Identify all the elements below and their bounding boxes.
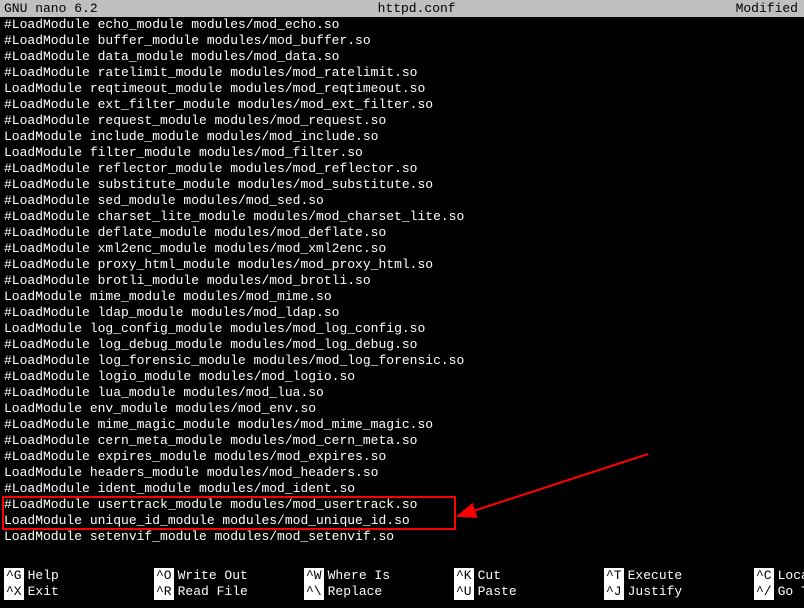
editor-line[interactable]: #LoadModule ldap_module modules/mod_ldap… <box>4 305 800 321</box>
shortcut-bar: ^GHelp ^OWrite Out ^WWhere Is ^KCut ^TExecut… <box>0 568 804 600</box>
editor-line[interactable]: LoadModule filter_module modules/mod_fil… <box>4 145 800 161</box>
shortcut-item[interactable]: ^UPaste <box>454 584 594 600</box>
shortcut-item[interactable]: ^CLocation <box>754 568 804 584</box>
shortcut-item[interactable]: ^JJustify <box>604 584 744 600</box>
editor-line[interactable]: #LoadModule charset_lite_module modules/… <box>4 209 800 225</box>
titlebar: GNU nano 6.2 httpd.conf Modified <box>0 0 804 17</box>
shortcut-row-2: ^XExit ^RRead File ^\Replace ^UPaste ^JJusti… <box>4 584 800 600</box>
shortcut-key: ^T <box>604 568 624 584</box>
editor-line[interactable]: LoadModule mime_module modules/mod_mime.… <box>4 289 800 305</box>
editor-line[interactable]: #LoadModule request_module modules/mod_r… <box>4 113 800 129</box>
editor-line[interactable]: #LoadModule log_forensic_module modules/… <box>4 353 800 369</box>
shortcut-key: ^U <box>454 584 474 600</box>
shortcut-key: ^G <box>4 568 24 584</box>
shortcut-key: ^\ <box>304 584 324 600</box>
shortcut-item[interactable]: ^TExecute <box>604 568 744 584</box>
shortcut-label: Write Out <box>178 568 248 584</box>
editor-line[interactable]: LoadModule reqtimeout_module modules/mod… <box>4 81 800 97</box>
editor-line[interactable]: #LoadModule proxy_html_module modules/mo… <box>4 257 800 273</box>
app-name: GNU nano 6.2 <box>0 0 98 17</box>
shortcut-key: ^C <box>754 568 774 584</box>
filename: httpd.conf <box>98 0 736 17</box>
editor-line[interactable]: #LoadModule xml2enc_module modules/mod_x… <box>4 241 800 257</box>
editor-line[interactable]: #LoadModule ident_module modules/mod_ide… <box>4 481 800 497</box>
shortcut-label: Paste <box>478 584 517 600</box>
shortcut-label: Help <box>28 568 59 584</box>
shortcut-item[interactable]: ^KCut <box>454 568 594 584</box>
editor-line[interactable]: #LoadModule brotli_module modules/mod_br… <box>4 273 800 289</box>
shortcut-item[interactable]: ^GHelp <box>4 568 144 584</box>
shortcut-key: ^R <box>154 584 174 600</box>
editor-line[interactable]: #LoadModule lua_module modules/mod_lua.s… <box>4 385 800 401</box>
editor-line[interactable]: #LoadModule expires_module modules/mod_e… <box>4 449 800 465</box>
shortcut-label: Execute <box>628 568 683 584</box>
editor-content[interactable]: #LoadModule echo_module modules/mod_echo… <box>0 17 804 545</box>
editor-line[interactable]: #LoadModule ratelimit_module modules/mod… <box>4 65 800 81</box>
shortcut-key: ^K <box>454 568 474 584</box>
editor-line[interactable]: #LoadModule cern_meta_module modules/mod… <box>4 433 800 449</box>
editor-line[interactable]: LoadModule setenvif_module modules/mod_s… <box>4 529 800 545</box>
shortcut-label: Replace <box>328 584 383 600</box>
shortcut-item[interactable]: ^\Replace <box>304 584 444 600</box>
shortcut-key: ^W <box>304 568 324 584</box>
editor-line[interactable]: LoadModule headers_module modules/mod_he… <box>4 465 800 481</box>
shortcut-label: Justify <box>628 584 683 600</box>
editor-line[interactable]: LoadModule env_module modules/mod_env.so <box>4 401 800 417</box>
shortcut-row-1: ^GHelp ^OWrite Out ^WWhere Is ^KCut ^TExecut… <box>4 568 800 584</box>
editor-line[interactable]: #LoadModule logio_module modules/mod_log… <box>4 369 800 385</box>
shortcut-item[interactable]: ^/Go To Line <box>754 584 804 600</box>
editor-line[interactable]: #LoadModule substitute_module modules/mo… <box>4 177 800 193</box>
shortcut-label: Where Is <box>328 568 390 584</box>
editor-line[interactable]: #LoadModule buffer_module modules/mod_bu… <box>4 33 800 49</box>
shortcut-label: Cut <box>478 568 501 584</box>
editor-line[interactable]: #LoadModule echo_module modules/mod_echo… <box>4 17 800 33</box>
shortcut-item[interactable]: ^RRead File <box>154 584 294 600</box>
editor-line[interactable]: LoadModule log_config_module modules/mod… <box>4 321 800 337</box>
shortcut-key: ^O <box>154 568 174 584</box>
editor-line[interactable]: #LoadModule mime_magic_module modules/mo… <box>4 417 800 433</box>
shortcut-label: Read File <box>178 584 248 600</box>
editor-line[interactable]: #LoadModule sed_module modules/mod_sed.s… <box>4 193 800 209</box>
editor-line[interactable]: #LoadModule log_debug_module modules/mod… <box>4 337 800 353</box>
editor-line[interactable]: #LoadModule data_module modules/mod_data… <box>4 49 800 65</box>
shortcut-label: Location <box>778 568 804 584</box>
shortcut-label: Go To Line <box>778 584 804 600</box>
shortcut-key: ^X <box>4 584 24 600</box>
shortcut-label: Exit <box>28 584 59 600</box>
editor-line[interactable]: #LoadModule reflector_module modules/mod… <box>4 161 800 177</box>
shortcut-item[interactable]: ^XExit <box>4 584 144 600</box>
editor-line[interactable]: LoadModule unique_id_module modules/mod_… <box>4 513 800 529</box>
shortcut-key: ^/ <box>754 584 774 600</box>
editor-line[interactable]: #LoadModule deflate_module modules/mod_d… <box>4 225 800 241</box>
editor-line[interactable]: #LoadModule ext_filter_module modules/mo… <box>4 97 800 113</box>
modified-status: Modified <box>736 0 804 17</box>
shortcut-item[interactable]: ^WWhere Is <box>304 568 444 584</box>
editor-line[interactable]: LoadModule include_module modules/mod_in… <box>4 129 800 145</box>
shortcut-item[interactable]: ^OWrite Out <box>154 568 294 584</box>
editor-line[interactable]: #LoadModule usertrack_module modules/mod… <box>4 497 800 513</box>
shortcut-key: ^J <box>604 584 624 600</box>
